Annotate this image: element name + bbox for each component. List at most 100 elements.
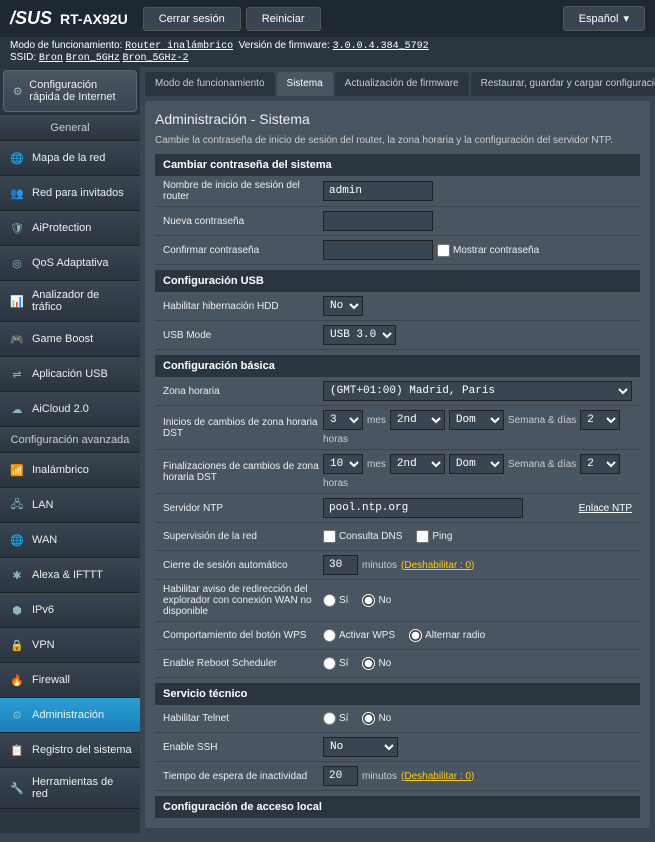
login-input[interactable] (323, 181, 433, 201)
sidebar-item-guest-network[interactable]: 👥Red para invitados (0, 176, 140, 211)
section-service: Servicio técnico (155, 683, 640, 705)
panel-title: Administración - Sistema (155, 111, 640, 127)
reboot-label: Enable Reboot Scheduler (163, 658, 323, 669)
ssid-link[interactable]: Bron_5GHz (66, 53, 120, 64)
dst-start-hour[interactable]: 2 (580, 410, 620, 430)
panel-desc: Cambie la contraseña de inicio de sesión… (155, 135, 640, 146)
section-basic: Configuración básica (155, 355, 640, 377)
tab-operation-mode[interactable]: Modo de funcionamiento (145, 72, 275, 96)
alexa-icon: ✱ (8, 566, 26, 584)
sidebar-item-usb-app[interactable]: ⇌Aplicación USB (0, 357, 140, 392)
showpwd-checkbox[interactable] (437, 244, 450, 257)
ntp-link[interactable]: Enlace NTP (579, 503, 632, 514)
sidebar-item-wireless[interactable]: 📶Inalámbrico (0, 453, 140, 488)
sidebar-item-quick-setup[interactable]: ⚙Configuración rápida de Internet (3, 70, 137, 112)
usbmode-label: USB Mode (163, 330, 323, 341)
autologout-input[interactable] (323, 555, 358, 575)
dst-end-day[interactable]: Dom (449, 454, 504, 474)
log-icon: 📋 (8, 741, 26, 759)
logout-button[interactable]: Cerrar sesión (143, 7, 241, 31)
panel: Administración - Sistema Cambie la contr… (145, 101, 650, 828)
reboot-button[interactable]: Reiniciar (246, 7, 321, 31)
dst-end-hour[interactable]: 2 (580, 454, 620, 474)
dst-end-week[interactable]: 2nd (390, 454, 445, 474)
lan-icon: 🖧 (8, 496, 26, 514)
sidebar-item-administration[interactable]: ⚙Administración (0, 698, 140, 733)
globe-icon: 🌐 (8, 149, 26, 167)
dst-start-month[interactable]: 3 (323, 410, 363, 430)
confirmpwd-input[interactable] (323, 240, 433, 260)
sidebar-item-vpn[interactable]: 🔒VPN (0, 628, 140, 663)
netmon-dns[interactable]: Consulta DNS (323, 530, 402, 543)
sidebar-item-qos[interactable]: ◎QoS Adaptativa (0, 246, 140, 281)
usbmode-select[interactable]: USB 3.0 (323, 325, 396, 345)
shield-icon: 🛡 (8, 219, 26, 237)
ssid-link[interactable]: Bron (39, 53, 63, 64)
idle-disable[interactable]: (Deshabilitar : 0) (401, 771, 474, 782)
ipv6-icon: ⬢ (8, 601, 26, 619)
autologout-disable[interactable]: (Deshabilitar : 0) (401, 560, 474, 571)
tools-icon: 🔧 (8, 779, 26, 797)
sidebar-item-lan[interactable]: 🖧LAN (0, 488, 140, 523)
dst-start-label: Inicios de cambios de zona horaria DST (163, 417, 323, 439)
dst-end-label: Finalizaciones de cambios de zona horari… (163, 461, 323, 483)
sidebar-item-game-boost[interactable]: 🎮Game Boost (0, 322, 140, 357)
tab-restore[interactable]: Restaurar, guardar y cargar configuració… (471, 72, 655, 96)
gear-icon: ⚙ (12, 82, 23, 100)
dst-start-day[interactable]: Dom (449, 410, 504, 430)
wan-redirect-no[interactable]: No (362, 594, 391, 607)
telnet-label: Habilitar Telnet (163, 713, 323, 724)
sidebar-item-ipv6[interactable]: ⬢IPv6 (0, 593, 140, 628)
confirmpwd-label: Confirmar contraseña (163, 245, 323, 256)
wan-redirect-label: Habilitar aviso de redirección del explo… (163, 584, 323, 617)
usb-icon: ⇌ (8, 365, 26, 383)
wan-redirect-yes[interactable]: Sí (323, 594, 348, 607)
content: Modo de funcionamiento Sistema Actualiza… (140, 67, 655, 833)
reboot-yes[interactable]: Sí (323, 657, 348, 670)
newpwd-input[interactable] (323, 211, 433, 231)
tz-select[interactable]: (GMT+01:00) Madrid, París (323, 381, 632, 401)
dst-end-month[interactable]: 10 (323, 454, 363, 474)
logo: /SUS (10, 8, 52, 29)
idle-label: Tiempo de espera de inactividad (163, 771, 323, 782)
wps-activate[interactable]: Activar WPS (323, 629, 395, 642)
sidebar-item-aiprotection[interactable]: 🛡AiProtection (0, 211, 140, 246)
autologout-label: Cierre de sesión automático (163, 560, 323, 571)
section-usb: Configuración USB (155, 270, 640, 292)
sidebar-item-network-map[interactable]: 🌐Mapa de la red (0, 141, 140, 176)
mode-link[interactable]: Router inalámbrico (125, 41, 233, 52)
wps-toggle[interactable]: Alternar radio (409, 629, 485, 642)
language-button[interactable]: Español▾ (563, 6, 645, 31)
netmon-ping[interactable]: Ping (416, 530, 452, 543)
infobar: Modo de funcionamiento: Router inalámbri… (0, 37, 655, 67)
newpwd-label: Nueva contraseña (163, 216, 323, 227)
hdd-select[interactable]: No (323, 296, 363, 316)
tab-firmware[interactable]: Actualización de firmware (335, 72, 469, 96)
sidebar-item-wan[interactable]: 🌐WAN (0, 523, 140, 558)
telnet-no[interactable]: No (362, 712, 391, 725)
model: RT-AX92U (60, 11, 128, 27)
ntp-label: Servidor NTP (163, 503, 323, 514)
ssid-link[interactable]: Bron_5GHz-2 (123, 53, 189, 64)
sidebar-item-aicloud[interactable]: ☁AiCloud 2.0 (0, 392, 140, 427)
tabs: Modo de funcionamiento Sistema Actualiza… (145, 72, 650, 96)
tab-system[interactable]: Sistema (277, 72, 333, 96)
ssh-select[interactable]: No (323, 737, 398, 757)
showpwd-label[interactable]: Mostrar contraseña (437, 244, 539, 257)
sidebar-item-system-log[interactable]: 📋Registro del sistema (0, 733, 140, 768)
ntp-input[interactable] (323, 498, 523, 518)
section-password: Cambiar contraseña del sistema (155, 154, 640, 176)
firmware-link[interactable]: 3.0.0.4.384_5792 (333, 41, 429, 52)
sidebar-item-network-tools[interactable]: 🔧Herramientas de red (0, 768, 140, 809)
gamepad-icon: 🎮 (8, 330, 26, 348)
sidebar-item-alexa-ifttt[interactable]: ✱Alexa & IFTTT (0, 558, 140, 593)
sidebar-item-traffic-analyzer[interactable]: 📊Analizador de tráfico (0, 281, 140, 322)
idle-input[interactable] (323, 766, 358, 786)
tz-label: Zona horaria (163, 386, 323, 397)
sidebar-item-firewall[interactable]: 🔥Firewall (0, 663, 140, 698)
sidebar-header-advanced: Configuración avanzada (0, 427, 140, 453)
telnet-yes[interactable]: Sí (323, 712, 348, 725)
dst-start-week[interactable]: 2nd (390, 410, 445, 430)
reboot-no[interactable]: No (362, 657, 391, 670)
ssh-label: Enable SSH (163, 742, 323, 753)
